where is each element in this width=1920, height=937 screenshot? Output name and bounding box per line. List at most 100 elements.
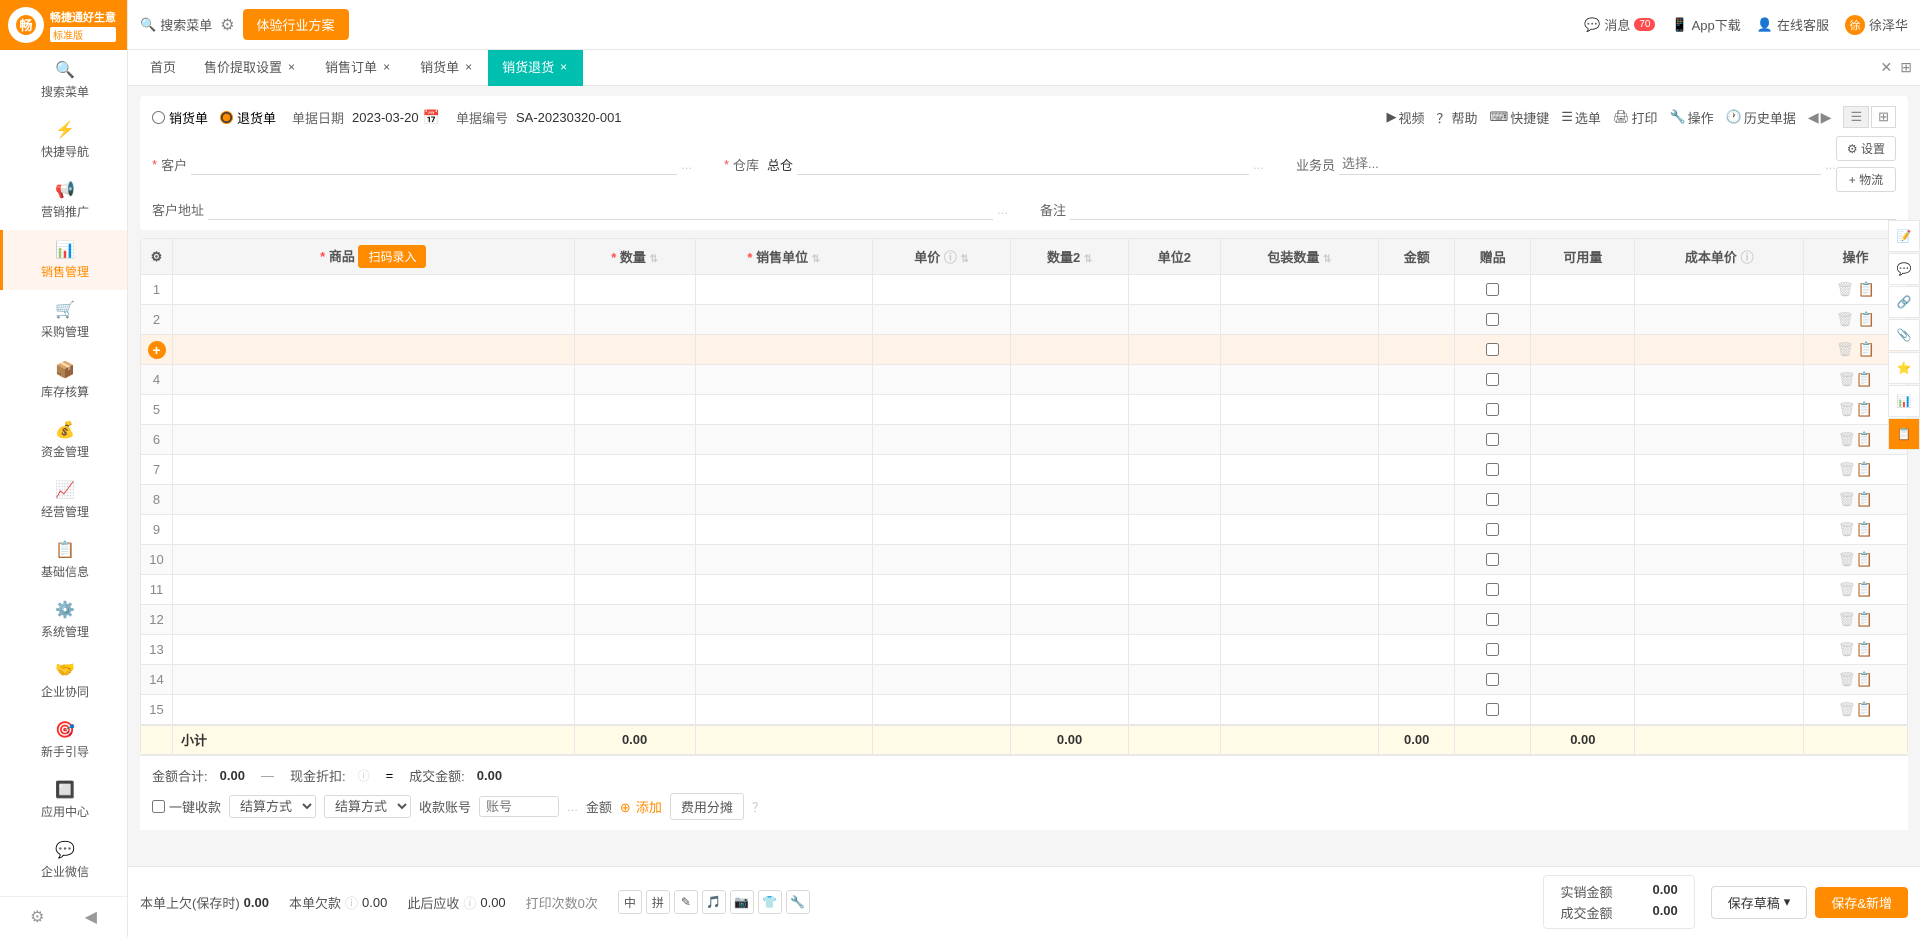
available-cell[interactable] [1531, 305, 1635, 335]
gift-checkbox[interactable] [1486, 283, 1499, 296]
topbar-online-service[interactable]: 👤 在线客服 [1757, 15, 1829, 34]
toolbar-icon-5[interactable]: 📷 [730, 890, 754, 914]
pack-qty-cell[interactable] [1220, 305, 1379, 335]
gift-checkbox[interactable] [1486, 463, 1499, 476]
calc-method-select[interactable]: 结算方式 [324, 795, 411, 818]
delete-icon[interactable]: 🗑 [1838, 581, 1856, 597]
unit2-cell[interactable] [1128, 335, 1220, 365]
address-dots[interactable]: ... [997, 202, 1008, 217]
toolbar-icon-1[interactable]: 中 [618, 890, 642, 914]
delete-icon[interactable]: 🗑 [1838, 611, 1856, 627]
tab-close-all[interactable]: ✕ [1881, 59, 1893, 76]
warehouse-input[interactable] [797, 153, 1249, 175]
sale-unit-cell[interactable] [695, 335, 872, 365]
copy-icon[interactable]: 📋 [1856, 371, 1873, 387]
copy-icon[interactable]: 📋 [1856, 611, 1873, 627]
product-cell-active[interactable] [173, 335, 575, 365]
gift-checkbox[interactable] [1486, 343, 1499, 356]
copy-icon[interactable]: 📋 [1856, 641, 1873, 657]
delete-icon[interactable]: 🗑 [1838, 461, 1856, 477]
amount-cell[interactable] [1379, 275, 1455, 305]
cost-price-cell[interactable] [1635, 335, 1804, 365]
quantity-cell[interactable] [574, 335, 695, 365]
copy-icon[interactable]: 📋 [1856, 491, 1873, 507]
quantity-cell[interactable] [574, 305, 695, 335]
cost-price-cell[interactable] [1635, 305, 1804, 335]
amount-cell[interactable] [1379, 335, 1455, 365]
address-input[interactable] [208, 198, 993, 220]
sidebar-item-system[interactable]: ⚙️ 系统管理 [0, 590, 127, 650]
sale-unit-cell[interactable] [695, 275, 872, 305]
tab-sale-price[interactable]: 售价提取设置 × [190, 50, 311, 86]
next-btn[interactable]: ▶ [1821, 109, 1832, 126]
sidebar-item-marketing[interactable]: 📢 营销推广 [0, 170, 127, 230]
one-click-payment-checkbox[interactable]: 一键收款 [152, 797, 221, 816]
sidebar-item-enterprise[interactable]: 🤝 企业协同 [0, 650, 127, 710]
quantity2-cell[interactable] [1011, 305, 1129, 335]
logistics-btn[interactable]: + 物流 [1836, 167, 1896, 192]
copy-icon[interactable]: 📋 [1856, 701, 1873, 717]
view-list-btn[interactable]: ☰ [1843, 106, 1869, 128]
unit2-cell[interactable] [1128, 275, 1220, 305]
unit-price-cell[interactable] [872, 335, 1010, 365]
topbar-app-download[interactable]: 📱 App下载 [1671, 15, 1740, 34]
delete-icon[interactable]: 🗑 [1838, 521, 1856, 537]
sidebar-item-purchase[interactable]: 🛒 采购管理 [0, 290, 127, 350]
copy-icon[interactable]: 📋 [1858, 311, 1875, 327]
salesperson-input[interactable] [1339, 153, 1821, 175]
quantity2-cell[interactable] [1011, 335, 1129, 365]
add-row-btn[interactable]: + [148, 341, 166, 359]
gift-checkbox[interactable] [1486, 703, 1499, 716]
side-btn-7-active[interactable]: 📋 [1888, 418, 1920, 450]
delete-icon[interactable]: 🗑 [1838, 641, 1856, 657]
side-btn-4[interactable]: 📎 [1888, 319, 1920, 351]
sidebar-item-inventory[interactable]: 📦 库存核算 [0, 350, 127, 410]
side-btn-1[interactable]: 📝 [1888, 220, 1920, 252]
save-new-btn[interactable]: 保存&新增 [1815, 887, 1908, 918]
toolbar-icon-7[interactable]: 🔧 [786, 890, 810, 914]
sidebar-item-finance[interactable]: 💰 资金管理 [0, 410, 127, 470]
toolbar-icon-6[interactable]: 👕 [758, 890, 782, 914]
pack-qty-cell[interactable] [1220, 275, 1379, 305]
product-input[interactable] [177, 282, 570, 297]
scan-input-btn[interactable]: 扫码录入 [358, 245, 426, 268]
copy-icon[interactable]: 📋 [1856, 581, 1873, 597]
topbar-message[interactable]: 💬 消息 70 [1584, 15, 1655, 34]
unit2-cell[interactable] [1128, 305, 1220, 335]
delete-icon[interactable]: 🗑 [1838, 371, 1856, 387]
account-input[interactable] [479, 796, 559, 817]
add-expense-btn[interactable]: ⊕ 添加 [620, 796, 662, 817]
warehouse-dots[interactable]: ... [1253, 157, 1264, 172]
copy-icon[interactable]: 📋 [1858, 281, 1875, 297]
sidebar-item-shortcut[interactable]: ⚡ 快捷导航 [0, 110, 127, 170]
delete-icon[interactable]: 🗑 [1838, 671, 1856, 687]
video-btn[interactable]: ▶ 视频 [1386, 108, 1424, 127]
gift-checkbox[interactable] [1486, 313, 1499, 326]
help-btn[interactable]: ？ 帮助 [1436, 108, 1477, 127]
available-cell[interactable] [1531, 275, 1635, 305]
product-cell[interactable] [173, 305, 575, 335]
available-cell[interactable] [1531, 335, 1635, 365]
copy-icon[interactable]: 📋 [1856, 671, 1873, 687]
sidebar-item-apps[interactable]: 🔲 应用中心 [0, 770, 127, 830]
gift-checkbox[interactable] [1486, 553, 1499, 566]
sidebar-item-operations[interactable]: 📈 经营管理 [0, 470, 127, 530]
tab-sale-goods[interactable]: 销货单 × [406, 50, 488, 86]
select-btn[interactable]: ☰ 选单 [1561, 108, 1601, 127]
side-btn-6[interactable]: 📊 [1888, 385, 1920, 417]
operate-btn[interactable]: 🔧 操作 [1669, 108, 1713, 127]
copy-icon[interactable]: 📋 [1856, 551, 1873, 567]
toolbar-icon-3[interactable]: ✎ [674, 890, 698, 914]
toolbar-icon-2[interactable]: 拼 [646, 890, 670, 914]
remark-input[interactable] [1070, 198, 1896, 220]
pack-qty-cell[interactable] [1220, 335, 1379, 365]
gift-checkbox[interactable] [1486, 493, 1499, 506]
view-grid-btn[interactable]: ⊞ [1871, 106, 1896, 128]
copy-icon[interactable]: 📋 [1856, 431, 1873, 447]
one-click-payment-input[interactable] [152, 800, 165, 813]
tab-sale-price-close[interactable]: × [286, 60, 297, 74]
quantity2-cell[interactable] [1011, 275, 1129, 305]
settings-btn[interactable]: ⚙ 设置 [1836, 136, 1896, 161]
delete-icon[interactable]: 🗑 [1838, 491, 1856, 507]
trial-btn[interactable]: 体验行业方案 [243, 9, 349, 40]
